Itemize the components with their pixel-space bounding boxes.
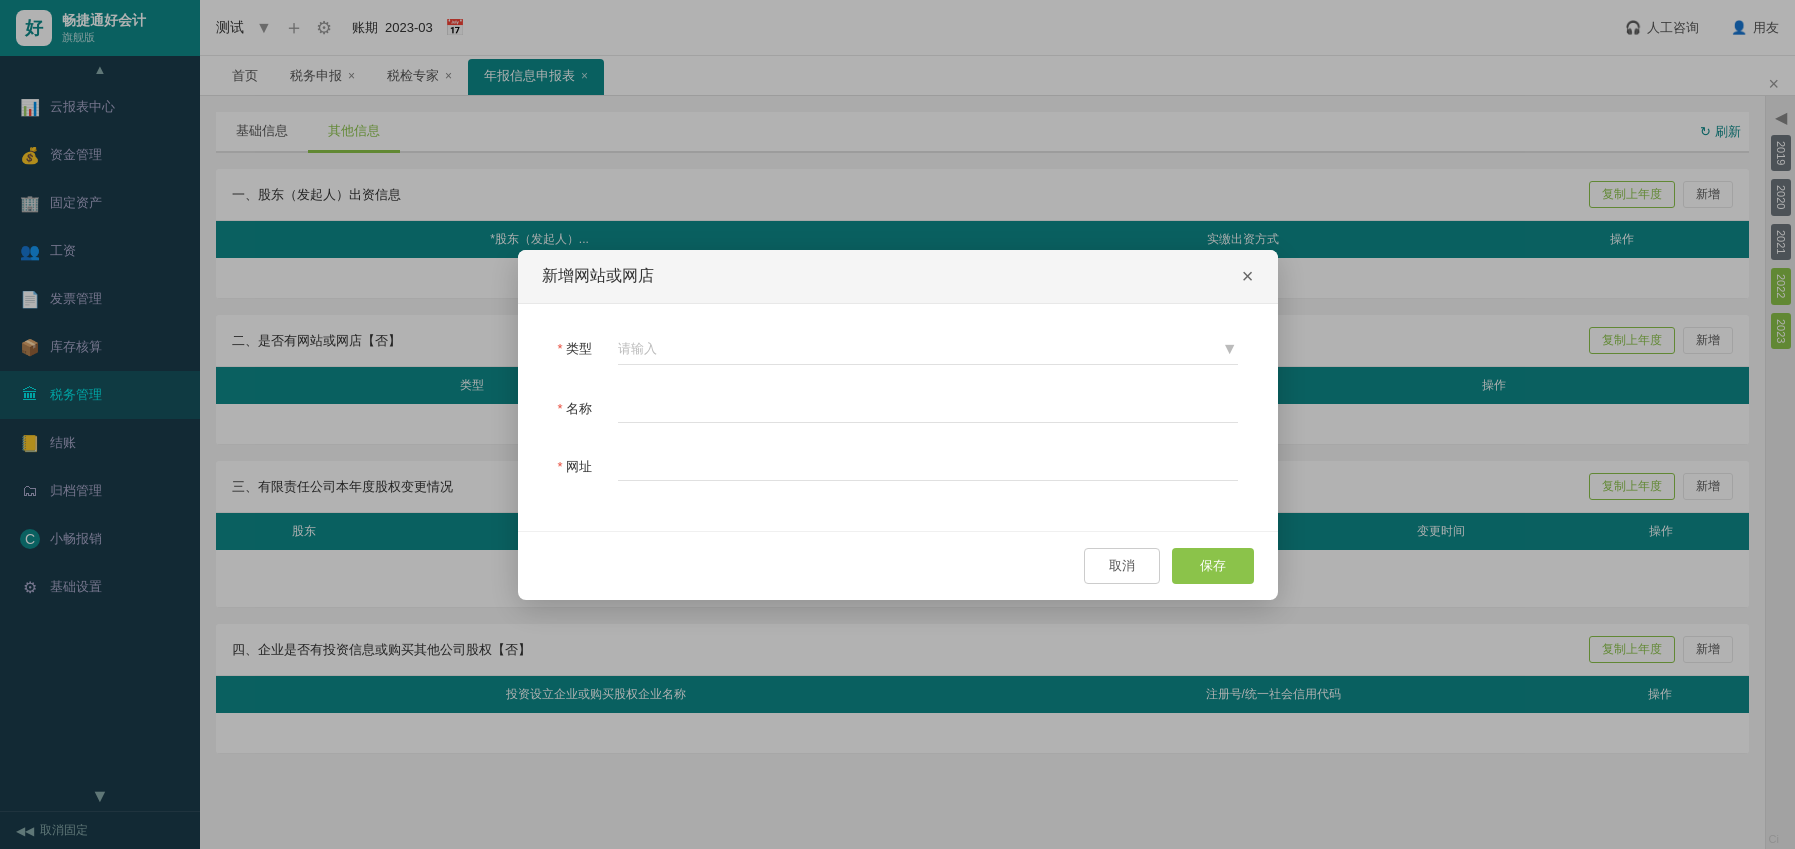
name-input[interactable]	[618, 401, 1238, 416]
select-arrow-icon[interactable]: ▼	[1222, 340, 1238, 358]
form-row-name: * 名称	[558, 395, 1238, 423]
form-label-type: * 类型	[558, 340, 618, 358]
modal-body: * 类型 ▼ * 名称	[518, 304, 1278, 531]
required-star-url: *	[558, 459, 563, 474]
modal-header: 新增网站或网店 ×	[518, 250, 1278, 304]
form-label-url: * 网址	[558, 458, 618, 476]
required-star-name: *	[558, 401, 563, 416]
cancel-button[interactable]: 取消	[1084, 548, 1160, 584]
modal-add-website: 新增网站或网店 × * 类型 ▼ * 名称	[518, 250, 1278, 600]
form-label-name: * 名称	[558, 400, 618, 418]
form-input-wrap-url	[618, 453, 1238, 481]
modal-overlay[interactable]: 新增网站或网店 × * 类型 ▼ * 名称	[0, 0, 1795, 849]
url-input[interactable]	[618, 459, 1238, 474]
type-input[interactable]	[618, 341, 1222, 356]
form-row-url: * 网址	[558, 453, 1238, 481]
required-star-type: *	[558, 341, 563, 356]
form-input-wrap-type: ▼	[618, 334, 1238, 365]
modal-close-button[interactable]: ×	[1242, 266, 1254, 286]
save-button[interactable]: 保存	[1172, 548, 1254, 584]
form-row-type: * 类型 ▼	[558, 334, 1238, 365]
modal-footer: 取消 保存	[518, 531, 1278, 600]
form-input-wrap-name	[618, 395, 1238, 423]
modal-title: 新增网站或网店	[542, 266, 654, 287]
